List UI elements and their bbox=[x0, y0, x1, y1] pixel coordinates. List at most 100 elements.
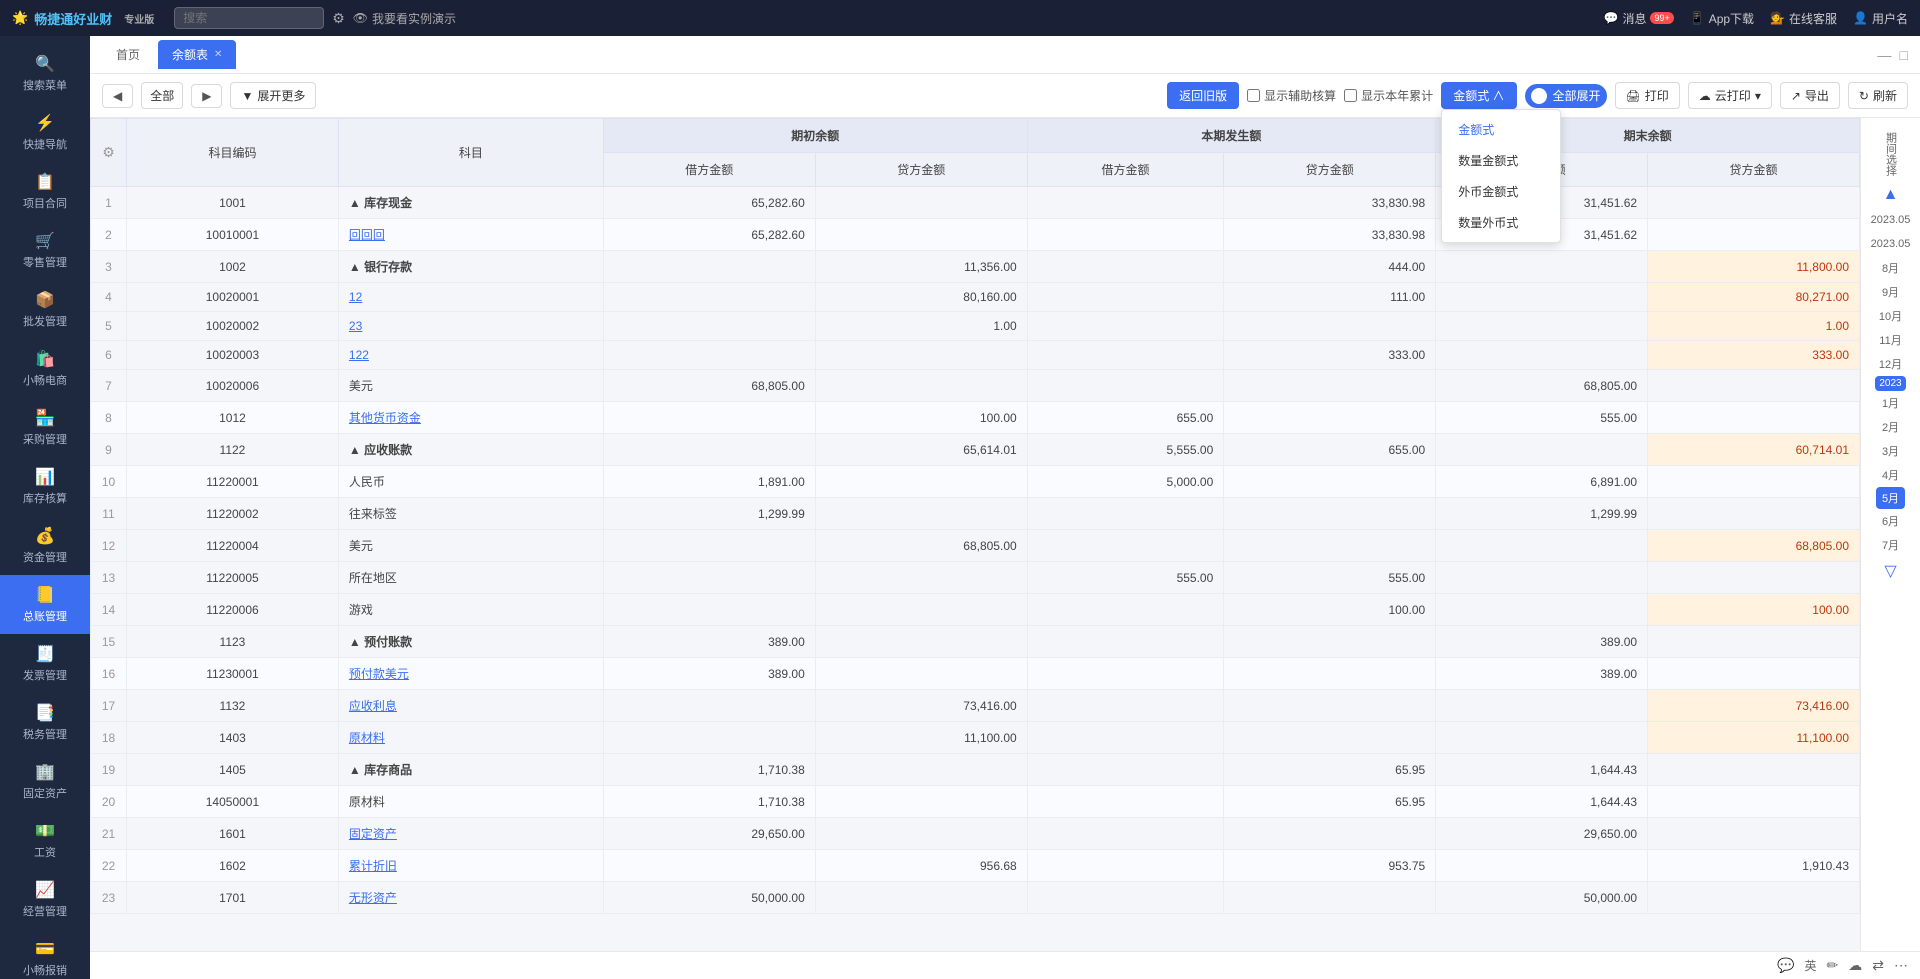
online-service-label: 在线客服 bbox=[1789, 10, 1837, 27]
sidebar-item-quick-nav[interactable]: ⚡ 快捷导航 bbox=[0, 103, 90, 162]
yearly-checkbox[interactable] bbox=[1344, 89, 1357, 102]
period-down-arrow[interactable]: ▽ bbox=[1880, 557, 1900, 585]
opening-debit: 29,650.00 bbox=[603, 818, 815, 850]
date-item-9[interactable]: 9月 bbox=[1882, 280, 1899, 304]
sidebar-item-wholesale[interactable]: 📦 批发管理 bbox=[0, 280, 90, 339]
period-up-arrow[interactable]: ▲ bbox=[1879, 182, 1903, 208]
date-item-5[interactable]: 5月 bbox=[1876, 487, 1905, 509]
tab-home[interactable]: 首页 bbox=[102, 40, 154, 69]
app-download-button[interactable]: 📱 App下载 bbox=[1690, 10, 1754, 27]
opening-credit bbox=[815, 466, 1027, 498]
account-name[interactable]: 回回回 bbox=[338, 219, 603, 251]
account-name: 游戏 bbox=[338, 594, 603, 626]
date-item-2023-05[interactable]: 2023.05 bbox=[1861, 210, 1920, 230]
sidebar-item-ledger[interactable]: 📒 总账管理 bbox=[0, 575, 90, 634]
sidebar-item-project[interactable]: 📋 项目合同 bbox=[0, 162, 90, 221]
all-button[interactable]: 全部 bbox=[141, 82, 183, 109]
account-name[interactable]: 其他货币资金 bbox=[338, 402, 603, 434]
tab-maximize-icon[interactable]: □ bbox=[1900, 47, 1908, 63]
table-row: 11001▲ 库存现金65,282.6033,830.9831,451.62 bbox=[91, 187, 1860, 219]
print-button[interactable]: 🖨 打印 bbox=[1615, 82, 1680, 109]
show-assist-check[interactable]: 显示辅助核算 bbox=[1247, 87, 1336, 104]
bottom-lang-button[interactable]: 英 bbox=[1805, 957, 1817, 974]
sidebar-item-tax[interactable]: 📑 税务管理 bbox=[0, 693, 90, 752]
sidebar-label-ops: 经营管理 bbox=[23, 906, 67, 918]
return-old-button[interactable]: 返回旧版 bbox=[1167, 82, 1239, 109]
sidebar-item-purchase[interactable]: 🏪 采购管理 bbox=[0, 398, 90, 457]
sidebar-item-search-menu[interactable]: 🔍 搜索菜单 bbox=[0, 44, 90, 103]
account-name[interactable]: 122 bbox=[338, 341, 603, 370]
account-name[interactable]: 固定资产 bbox=[338, 818, 603, 850]
expand-button[interactable]: ▼ 展开更多 bbox=[230, 82, 316, 109]
closing-debit bbox=[1436, 341, 1648, 370]
refresh-button[interactable]: ↻ 刷新 bbox=[1848, 82, 1908, 109]
bottom-more-icon[interactable]: ⋯ bbox=[1894, 957, 1908, 974]
mode-amount-item[interactable]: 金额式 bbox=[1442, 114, 1560, 145]
account-name[interactable]: 12 bbox=[338, 283, 603, 312]
show-yearly-check[interactable]: 显示本年累计 bbox=[1344, 87, 1433, 104]
opening-credit bbox=[815, 370, 1027, 402]
sidebar-item-ops[interactable]: 📈 经营管理 bbox=[0, 870, 90, 929]
account-code: 1002 bbox=[127, 251, 339, 283]
settings-icon[interactable]: ⚙ bbox=[332, 10, 345, 27]
sidebar-item-assets[interactable]: 🏢 固定资产 bbox=[0, 752, 90, 811]
date-item-7[interactable]: 7月 bbox=[1882, 533, 1899, 557]
bottom-connect-icon[interactable]: ⇄ bbox=[1872, 957, 1884, 974]
account-name[interactable]: 23 bbox=[338, 312, 603, 341]
bottom-cloud2-icon[interactable]: ☁ bbox=[1848, 957, 1862, 974]
opening-header: 期初余额 bbox=[603, 119, 1027, 153]
sidebar-item-retail[interactable]: 🛒 零售管理 bbox=[0, 221, 90, 280]
bottom-edit-icon[interactable]: ✏ bbox=[1827, 957, 1839, 974]
date-item-11[interactable]: 11月 bbox=[1879, 328, 1901, 352]
online-service-button[interactable]: 💁 在线客服 bbox=[1770, 10, 1837, 27]
demo-link[interactable]: 👁 我要看实例演示 bbox=[353, 10, 456, 27]
date-item-2[interactable]: 2月 bbox=[1882, 415, 1899, 439]
date-item-2023-05-2[interactable]: 2023.05 bbox=[1861, 234, 1920, 254]
date-item-12[interactable]: 12月 bbox=[1879, 352, 1902, 376]
prev-button[interactable]: ◀ bbox=[102, 84, 133, 108]
msg-button[interactable]: 💬 消息 99+ bbox=[1604, 10, 1674, 27]
account-name[interactable]: 原材料 bbox=[338, 722, 603, 754]
assist-checkbox[interactable] bbox=[1247, 89, 1260, 102]
account-name[interactable]: 累计折旧 bbox=[338, 850, 603, 882]
date-item-3[interactable]: 3月 bbox=[1882, 439, 1899, 463]
row-number: 23 bbox=[91, 882, 127, 914]
next-button[interactable]: ▶ bbox=[191, 84, 222, 108]
sidebar-item-inventory[interactable]: 📊 库存核算 bbox=[0, 457, 90, 516]
account-name[interactable]: 应收利息 bbox=[338, 690, 603, 722]
period-debit: 655.00 bbox=[1027, 402, 1224, 434]
date-year-2023[interactable]: 2023 bbox=[1875, 376, 1905, 391]
sidebar-item-ecommerce[interactable]: 🛍️ 小畅电商 bbox=[0, 339, 90, 398]
date-item-4[interactable]: 4月 bbox=[1882, 463, 1899, 487]
tab-balance[interactable]: 余额表 ✕ bbox=[158, 40, 236, 69]
project-icon: 📋 bbox=[4, 172, 86, 192]
sidebar-item-sales[interactable]: 💳 小畅报销 bbox=[0, 929, 90, 979]
date-item-10[interactable]: 10月 bbox=[1879, 304, 1902, 328]
tab-balance-close[interactable]: ✕ bbox=[214, 49, 222, 60]
period-credit bbox=[1224, 312, 1436, 341]
date-item-1[interactable]: 1月 bbox=[1882, 391, 1899, 415]
date-item-6[interactable]: 6月 bbox=[1882, 509, 1899, 533]
mode-button[interactable]: 金额式 ∧ bbox=[1441, 82, 1516, 109]
row-number: 20 bbox=[91, 786, 127, 818]
account-name[interactable]: 无形资产 bbox=[338, 882, 603, 914]
tab-minimize-icon[interactable]: — bbox=[1878, 47, 1892, 63]
export-icon: ↗ bbox=[1791, 89, 1801, 103]
expand-all-toggle[interactable]: 全部展开 bbox=[1525, 84, 1607, 108]
account-name[interactable]: 预付款美元 bbox=[338, 658, 603, 690]
search-input[interactable] bbox=[174, 7, 324, 29]
mode-qty-amount-item[interactable]: 数量金额式 bbox=[1442, 145, 1560, 176]
bottom-feedback-icon[interactable]: 💬 bbox=[1777, 957, 1794, 974]
mode-qty-foreign-item[interactable]: 数量外币式 bbox=[1442, 207, 1560, 238]
sidebar-item-capital[interactable]: 💰 资金管理 bbox=[0, 516, 90, 575]
mode-foreign-item[interactable]: 外币金额式 bbox=[1442, 176, 1560, 207]
table-settings-icon[interactable]: ⚙ bbox=[102, 144, 115, 160]
cloud-print-button[interactable]: ☁ 云打印 ▾ bbox=[1688, 82, 1772, 109]
sidebar-item-invoice[interactable]: 🧾 发票管理 bbox=[0, 634, 90, 693]
user-avatar[interactable]: 👤 用户名 bbox=[1853, 10, 1908, 27]
closing-debit bbox=[1436, 530, 1648, 562]
date-item-8[interactable]: 8月 bbox=[1882, 256, 1899, 280]
closing-debit: 29,650.00 bbox=[1436, 818, 1648, 850]
sidebar-item-salary[interactable]: 💵 工资 bbox=[0, 811, 90, 870]
export-button[interactable]: ↗ 导出 bbox=[1780, 82, 1840, 109]
